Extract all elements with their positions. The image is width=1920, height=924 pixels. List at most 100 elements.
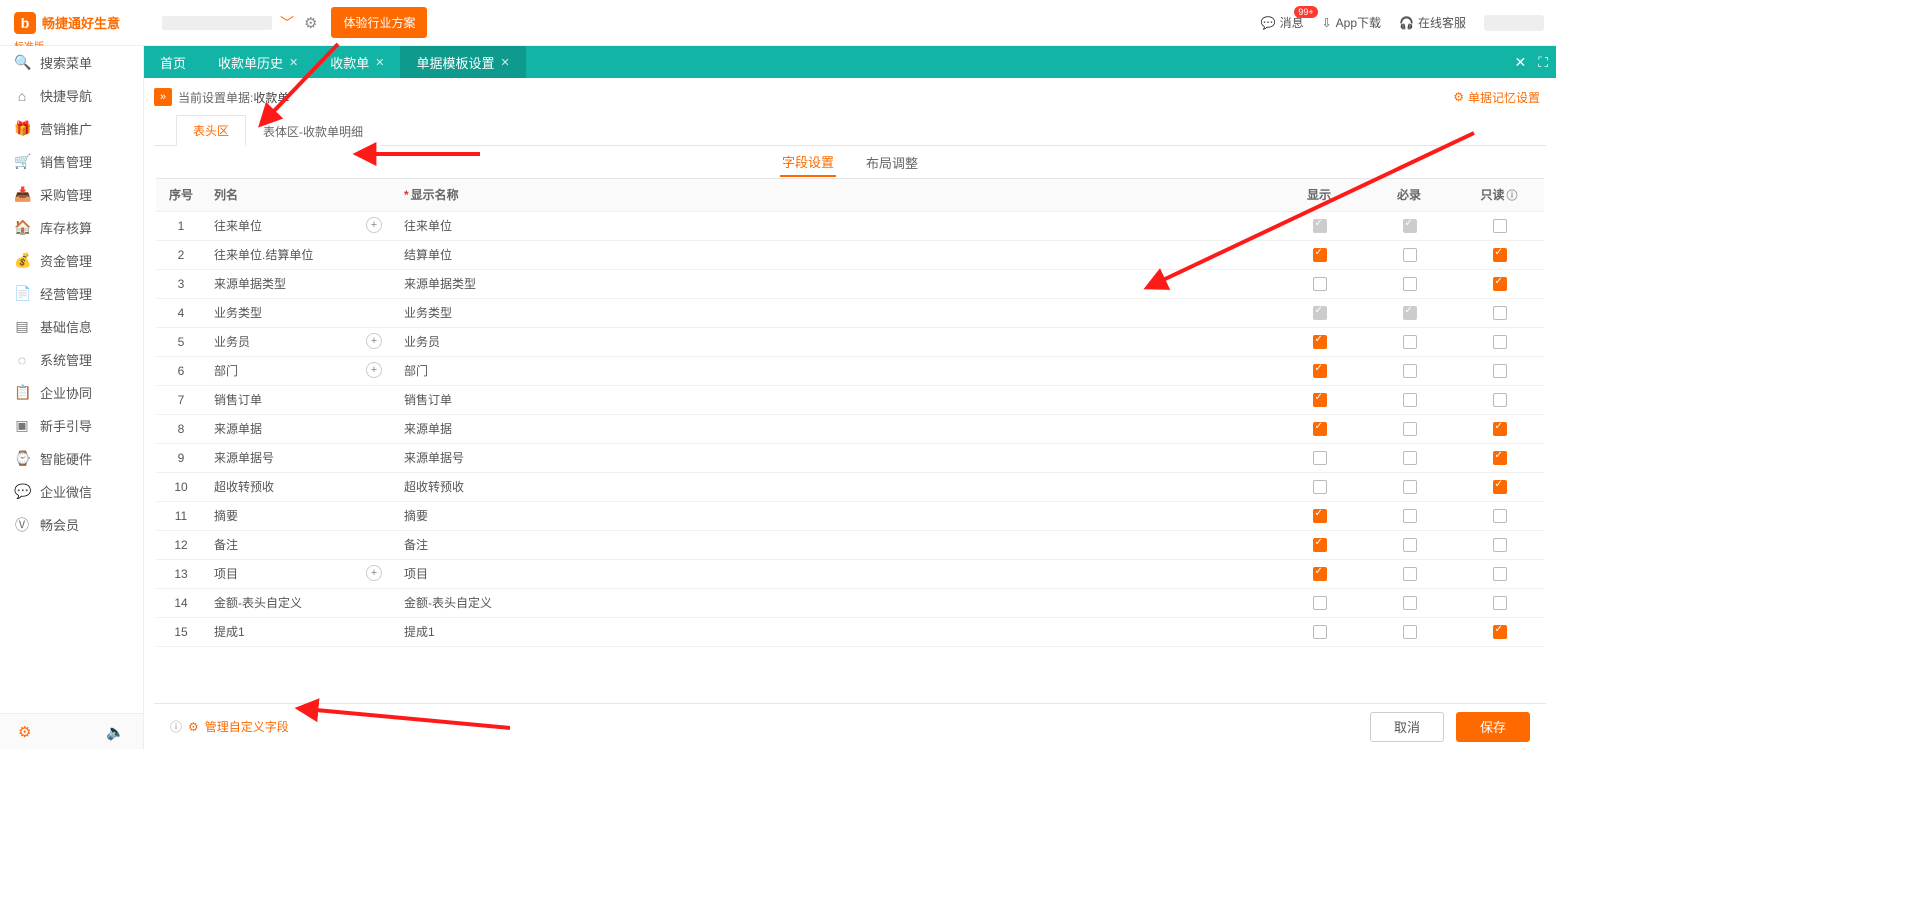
- chk-show[interactable]: [1313, 509, 1327, 523]
- cell-display[interactable]: 项目: [396, 559, 1274, 588]
- sidebar-item-0[interactable]: 🔍搜索菜单: [0, 46, 143, 79]
- chk-required[interactable]: [1403, 596, 1417, 610]
- chk-readonly[interactable]: [1493, 306, 1507, 320]
- chk-required[interactable]: [1403, 364, 1417, 378]
- chk-readonly[interactable]: [1493, 480, 1507, 494]
- company-selector[interactable]: ﹀: [162, 13, 294, 33]
- chk-show[interactable]: [1313, 422, 1327, 436]
- chk-readonly[interactable]: [1493, 364, 1507, 378]
- page-tab-1[interactable]: 收款单历史✕: [202, 46, 314, 78]
- app-download-link[interactable]: ⇩ App下载: [1322, 14, 1381, 31]
- chk-readonly[interactable]: [1493, 277, 1507, 291]
- sidebar-item-9[interactable]: ◌系统管理: [0, 343, 143, 376]
- chk-required[interactable]: [1403, 335, 1417, 349]
- close-all-tabs-icon[interactable]: ✕: [1514, 54, 1526, 71]
- chk-required[interactable]: [1403, 422, 1417, 436]
- add-sub-icon[interactable]: +: [366, 333, 382, 349]
- chk-required[interactable]: [1403, 538, 1417, 552]
- sidebar-item-13[interactable]: 💬企业微信: [0, 475, 143, 508]
- close-tab-icon[interactable]: ✕: [501, 56, 510, 69]
- chk-readonly[interactable]: [1493, 451, 1507, 465]
- area-tab-1[interactable]: 表体区-收款单明细: [246, 116, 380, 146]
- sidebar-item-5[interactable]: 🏠库存核算: [0, 211, 143, 244]
- cell-display[interactable]: 超收转预收: [396, 472, 1274, 501]
- support-link[interactable]: 🎧 在线客服: [1399, 14, 1466, 31]
- cell-display[interactable]: 备注: [396, 530, 1274, 559]
- page-tab-3[interactable]: 单据模板设置✕: [400, 46, 525, 78]
- sub-tab-1[interactable]: 布局调整: [864, 149, 920, 176]
- collapse-handle-icon[interactable]: »: [154, 88, 172, 106]
- cell-display[interactable]: 摘要: [396, 501, 1274, 530]
- chk-required[interactable]: [1403, 567, 1417, 581]
- sidebar-item-8[interactable]: ▤基础信息: [0, 310, 143, 343]
- chk-show[interactable]: [1313, 625, 1327, 639]
- sidebar-item-10[interactable]: 📋企业协同: [0, 376, 143, 409]
- chk-show[interactable]: [1313, 567, 1327, 581]
- chk-show[interactable]: [1313, 393, 1327, 407]
- cell-display[interactable]: 提成1: [396, 617, 1274, 646]
- sidebar-item-4[interactable]: 📥采购管理: [0, 178, 143, 211]
- user-area[interactable]: [1484, 15, 1544, 31]
- chk-required[interactable]: [1403, 480, 1417, 494]
- cell-display[interactable]: 金额-表头自定义: [396, 588, 1274, 617]
- chk-show[interactable]: [1313, 538, 1327, 552]
- chk-show[interactable]: [1313, 480, 1327, 494]
- chk-readonly[interactable]: [1493, 538, 1507, 552]
- sidebar-item-1[interactable]: ⌂快捷导航: [0, 79, 143, 112]
- chk-show[interactable]: [1313, 451, 1327, 465]
- sidebar-item-7[interactable]: 📄经营管理: [0, 277, 143, 310]
- sidebar-item-3[interactable]: 🛒销售管理: [0, 145, 143, 178]
- experience-button[interactable]: 体验行业方案: [331, 7, 427, 38]
- cell-display[interactable]: 来源单据类型: [396, 269, 1274, 298]
- close-tab-icon[interactable]: ✕: [289, 56, 298, 69]
- cell-display[interactable]: 结算单位: [396, 240, 1274, 269]
- cell-display[interactable]: 业务类型: [396, 298, 1274, 327]
- chk-readonly[interactable]: [1493, 509, 1507, 523]
- sub-tab-0[interactable]: 字段设置: [780, 148, 836, 177]
- chk-show[interactable]: [1313, 596, 1327, 610]
- chk-readonly[interactable]: [1493, 422, 1507, 436]
- chk-readonly[interactable]: [1493, 625, 1507, 639]
- chk-show[interactable]: [1313, 277, 1327, 291]
- save-button[interactable]: 保存: [1456, 712, 1530, 742]
- chk-required[interactable]: [1403, 393, 1417, 407]
- chk-required[interactable]: [1403, 451, 1417, 465]
- chk-readonly[interactable]: [1493, 567, 1507, 581]
- page-tab-0[interactable]: 首页: [144, 46, 202, 78]
- chk-required[interactable]: [1403, 248, 1417, 262]
- sidebar-settings-icon[interactable]: ⚙: [18, 723, 31, 741]
- cancel-button[interactable]: 取消: [1370, 712, 1444, 742]
- messages-link[interactable]: 💬 消息 99+: [1261, 14, 1304, 31]
- cell-display[interactable]: 部门: [396, 356, 1274, 385]
- chk-required[interactable]: [1403, 509, 1417, 523]
- sidebar-item-12[interactable]: ⌚智能硬件: [0, 442, 143, 475]
- add-sub-icon[interactable]: +: [366, 565, 382, 581]
- manage-custom-fields-link[interactable]: ⓘ ⚙ 管理自定义字段: [170, 718, 289, 735]
- chk-readonly[interactable]: [1493, 335, 1507, 349]
- cell-display[interactable]: 销售订单: [396, 385, 1274, 414]
- sidebar-item-11[interactable]: ▣新手引导: [0, 409, 143, 442]
- area-tab-0[interactable]: 表头区: [176, 115, 246, 146]
- chk-readonly[interactable]: [1493, 248, 1507, 262]
- cell-display[interactable]: 来源单据号: [396, 443, 1274, 472]
- cell-display[interactable]: 来源单据: [396, 414, 1274, 443]
- page-tab-2[interactable]: 收款单✕: [314, 46, 400, 78]
- sidebar-sound-icon[interactable]: 🔈: [106, 723, 125, 741]
- settings-icon[interactable]: ⚙: [304, 14, 317, 32]
- cell-display[interactable]: 往来单位: [396, 211, 1274, 240]
- chk-show[interactable]: [1313, 364, 1327, 378]
- add-sub-icon[interactable]: +: [366, 362, 382, 378]
- chk-readonly[interactable]: [1493, 596, 1507, 610]
- chk-show[interactable]: [1313, 335, 1327, 349]
- cell-display[interactable]: 业务员: [396, 327, 1274, 356]
- chk-readonly[interactable]: [1493, 219, 1507, 233]
- memory-settings-link[interactable]: ⚙ 单据记忆设置: [1453, 89, 1546, 106]
- fullscreen-icon[interactable]: ⛶: [1538, 54, 1548, 71]
- add-sub-icon[interactable]: +: [366, 217, 382, 233]
- chk-required[interactable]: [1403, 277, 1417, 291]
- sidebar-item-6[interactable]: 💰资金管理: [0, 244, 143, 277]
- chk-show[interactable]: [1313, 248, 1327, 262]
- sidebar-item-14[interactable]: Ⓥ畅会员: [0, 508, 143, 541]
- chk-readonly[interactable]: [1493, 393, 1507, 407]
- help-icon[interactable]: ⓘ: [1507, 190, 1518, 202]
